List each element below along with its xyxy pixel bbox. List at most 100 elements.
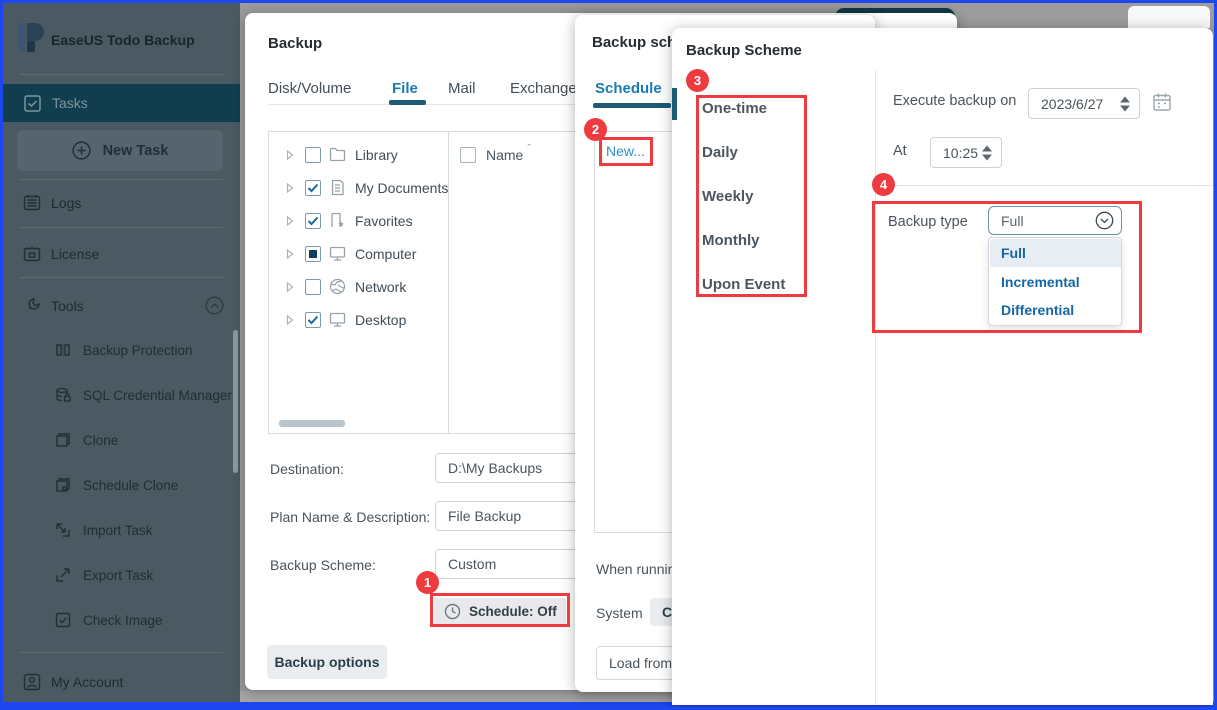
checkbox-checked[interactable] [305,311,321,328]
clone-icon [56,433,70,447]
checkbox-unchecked[interactable] [305,146,321,163]
new-schedule-link[interactable]: New... [606,143,645,159]
annotation-step-2: 2 [584,118,607,141]
annotation-step-4: 4 [872,173,895,196]
backup-scheme-label: Backup Scheme: [270,557,376,573]
tree-row-computer[interactable]: Computer [269,237,447,270]
sidebar-item-import-task[interactable]: Import Task [3,514,240,546]
sidebar-item-tasks[interactable]: Tasks [3,84,240,122]
license-icon [23,246,41,262]
tab-schedule[interactable]: Schedule [595,80,662,97]
plus-circle-icon [71,141,91,160]
sidebar-item-label: SQL Credential Manager [83,387,232,403]
tree-label: Network [355,278,407,295]
option-differential[interactable]: Differential [990,296,1121,324]
date-value: 2023/6/27 [1041,95,1104,112]
name-column-label: Name [486,147,524,163]
sidebar-item-schedule-clone[interactable]: Schedule Clone [3,469,240,501]
horizontal-scrollbar[interactable] [279,420,345,427]
sidebar-item-license[interactable]: License [3,237,240,271]
sidebar-item-clone[interactable]: Clone [3,424,240,456]
sidebar-item-label: Tasks [52,95,88,111]
backup-type-dropdown[interactable]: Full [988,206,1122,235]
sidebar-item-label: Logs [51,195,82,211]
schedule-type-weekly[interactable]: Weekly [702,188,753,205]
new-task-button[interactable]: New Task [17,130,223,171]
network-icon [329,278,346,295]
divider [20,652,223,653]
annotation-step-3: 3 [686,69,709,92]
tree-label: My Documents [355,179,449,196]
tree-label: Library [355,146,398,163]
selected-item-indicator [672,88,677,120]
time-spinner[interactable]: 10:25 [930,137,1002,168]
schedule-button-label: Schedule: Off [469,603,557,619]
sidebar-item-label: Import Task [83,522,153,538]
tab-mail[interactable]: Mail [448,80,476,97]
tree-row-library[interactable]: Library [269,138,447,171]
tree-row-desktop[interactable]: Desktop [269,303,447,336]
sidebar-item-export-task[interactable]: Export Task [3,559,240,591]
option-full[interactable]: Full [990,239,1121,267]
schedule-off-button[interactable]: Schedule: Off [434,598,566,624]
tab-disk-volume[interactable]: Disk/Volume [268,80,351,97]
import-task-icon [56,523,70,537]
tree-row-network[interactable]: Network [269,270,447,303]
checkbox-partial[interactable] [305,245,321,262]
chevron-up-circle-icon[interactable] [205,296,224,315]
app-root: EaseUS Todo Backup Tasks New Task Logs L… [0,0,1217,710]
backup-type-options: Full Incremental Differential [988,237,1122,326]
window-corner-peek [1128,6,1210,28]
spinner-arrows-icon[interactable] [1120,96,1130,111]
sidebar-item-label: Clone [83,432,119,448]
app-title: EaseUS Todo Backup [51,32,195,48]
sort-ascending-icon[interactable]: ˆ [527,143,531,155]
panel-divider [448,132,449,433]
date-spinner[interactable]: 2023/6/27 [1028,88,1140,119]
new-task-label: New Task [102,142,169,159]
execute-backup-label: Execute backup on [893,93,1017,109]
chevron-down-circle-icon[interactable] [1095,211,1114,230]
spinner-arrows-icon[interactable] [982,145,992,160]
expander-icon[interactable] [286,182,294,193]
check-image-icon [55,612,71,628]
expander-icon[interactable] [286,149,294,160]
expander-icon[interactable] [286,314,294,325]
dialog-title: Backup Scheme [686,42,802,59]
sidebar-scrollbar[interactable] [233,330,238,473]
sidebar-item-check-image[interactable]: Check Image [3,604,240,636]
sidebar-item-label: Schedule Clone [83,477,179,493]
checkbox-checked[interactable] [305,179,321,196]
checkbox-unchecked[interactable] [305,278,321,295]
tree-row-favorites[interactable]: Favorites [269,204,447,237]
option-incremental[interactable]: Incremental [990,268,1121,296]
sidebar-item-logs[interactable]: Logs [3,186,240,220]
expander-icon[interactable] [286,281,294,292]
sidebar-item-my-account[interactable]: My Account [3,665,240,699]
expander-icon[interactable] [286,248,294,259]
sidebar-item-backup-protection[interactable]: Backup Protection [3,334,240,366]
select-all-checkbox[interactable] [460,147,476,163]
desktop-icon [329,312,346,327]
expander-icon[interactable] [286,215,294,226]
backup-scheme-dialog: Backup Scheme One-time Daily Weekly Mont… [672,28,1213,705]
sidebar-item-sql-credential-manager[interactable]: SQL Credential Manager [3,379,240,411]
tree-label: Favorites [355,212,413,229]
tab-file[interactable]: File [392,80,418,97]
active-tab-underline [389,100,426,105]
divider [20,74,223,75]
schedule-type-upon-event[interactable]: Upon Event [702,276,785,293]
plan-name-label: Plan Name & Description: [270,509,431,525]
schedule-type-one-time[interactable]: One-time [702,100,767,117]
sidebar-item-label: License [51,246,100,262]
checkbox-checked[interactable] [305,212,321,229]
folder-icon [329,147,346,162]
tab-exchange[interactable]: Exchange [510,80,577,97]
schedule-type-monthly[interactable]: Monthly [702,232,760,249]
calendar-icon[interactable] [1152,92,1172,112]
schedule-type-daily[interactable]: Daily [702,144,738,161]
divider [20,179,223,180]
active-tab-underline [593,103,671,108]
tree-row-my-documents[interactable]: My Documents [269,171,449,204]
backup-options-button[interactable]: Backup options [267,645,387,679]
